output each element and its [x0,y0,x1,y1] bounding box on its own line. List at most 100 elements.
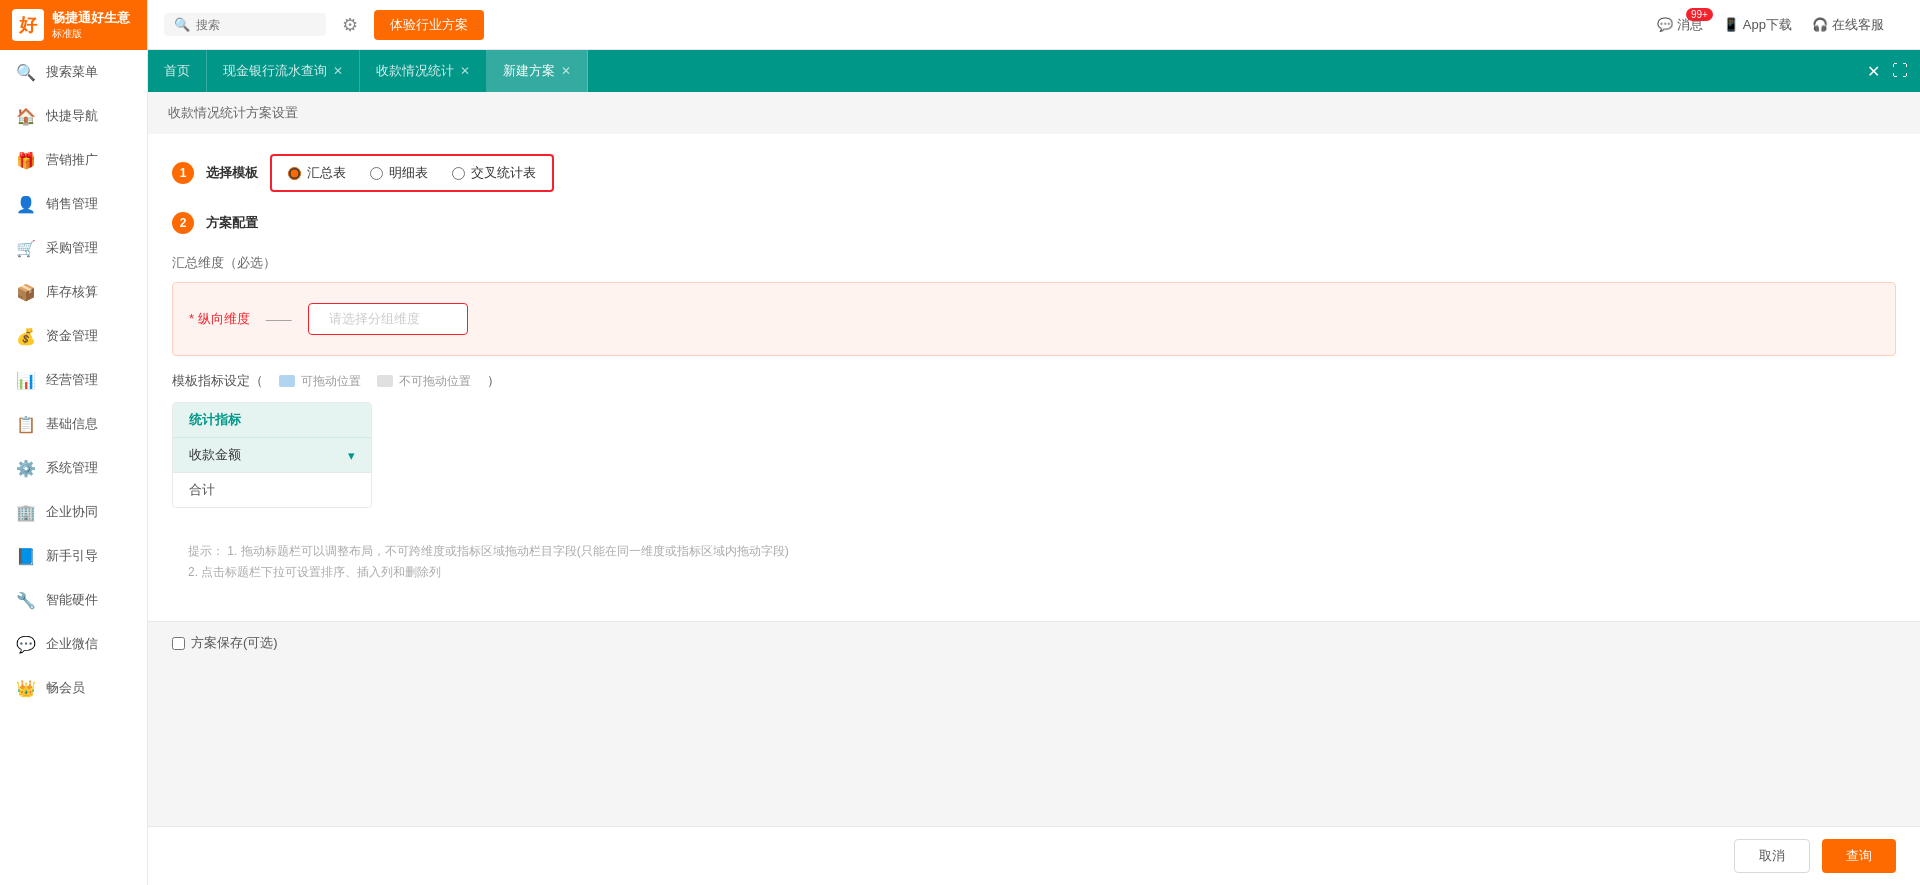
sidebar-item-sales[interactable]: 👤 销售管理 [0,182,147,226]
metrics-paren: ） [487,372,500,390]
sidebar-item-label: 资金管理 [46,327,98,345]
tab-bar: 首页 现金银行流水查询 ✕ 收款情况统计 ✕ 新建方案 ✕ ✕ ⛶ [148,50,1920,92]
sidebar-item-label: 基础信息 [46,415,98,433]
sidebar-item-basicinfo[interactable]: 📋 基础信息 [0,402,147,446]
sidebar-item-label: 销售管理 [46,195,98,213]
sidebar-item-system[interactable]: ⚙️ 系统管理 [0,446,147,490]
maximize-icon[interactable]: ⛶ [1892,62,1908,80]
logo-badge: 标准版 [52,27,130,41]
close-icon[interactable]: ✕ [333,64,343,78]
tab-newplan[interactable]: 新建方案 ✕ [487,50,588,92]
purchase-icon: 🛒 [16,238,36,258]
basicinfo-icon: 📋 [16,414,36,434]
logo-icon: 好 [12,9,44,41]
sidebar-item-management[interactable]: 📊 经营管理 [0,358,147,402]
sidebar-item-wechat[interactable]: 💬 企业微信 [0,622,147,666]
radio-detail[interactable]: 明细表 [370,164,428,182]
finance-icon: 💰 [16,326,36,346]
search-icon: 🔍 [174,17,190,32]
quicknav-icon: 🏠 [16,106,36,126]
download-icon: 📱 [1723,17,1739,32]
download-area[interactable]: 📱 App下载 [1723,16,1792,34]
cancel-button[interactable]: 取消 [1734,839,1810,873]
system-icon: ⚙️ [16,458,36,478]
step2-label: 方案配置 [206,214,258,232]
radio-cross[interactable]: 交叉统计表 [452,164,536,182]
tab-cashflow[interactable]: 现金银行流水查询 ✕ [207,50,360,92]
save-plan-checkbox-label[interactable]: 方案保存(可选) [172,634,278,652]
sidebar-item-inventory[interactable]: 📦 库存核算 [0,270,147,314]
can-drag-label: 可拖动位置 [301,373,361,390]
radio-summary[interactable]: 汇总表 [288,164,346,182]
tab-actions: ✕ ⛶ [1855,50,1920,92]
settings-icon[interactable]: ⚙ [342,14,358,36]
sidebar-item-label: 企业协同 [46,503,98,521]
page-content: 收款情况统计方案设置 1 选择模板 汇总表 明细表 [148,92,1920,826]
logo-area: 好 畅捷通好生意 标准版 [0,0,147,50]
metrics-title: 模板指标设定（ [172,372,263,390]
metrics-foot: 合计 [173,472,371,507]
sidebar-item-label: 智能硬件 [46,591,98,609]
close-icon[interactable]: ✕ [561,64,571,78]
sidebar-item-label: 经营管理 [46,371,98,389]
main-area: 🔍 ⚙ 体验行业方案 💬 消息 99+ 📱 App下载 🎧 在线客服 首页 [148,0,1920,885]
sidebar-item-guide[interactable]: 📘 新手引导 [0,534,147,578]
sidebar: 好 畅捷通好生意 标准版 🔍 搜索菜单 🏠 快捷导航 🎁 营销推广 👤 销售管理… [0,0,148,885]
trial-button[interactable]: 体验行业方案 [374,10,484,40]
sidebar-item-quicknav[interactable]: 🏠 快捷导航 [0,94,147,138]
sidebar-item-purchase[interactable]: 🛒 采购管理 [0,226,147,270]
tab-label: 收款情况统计 [376,62,454,80]
query-button[interactable]: 查询 [1822,839,1896,873]
radio-detail-input[interactable] [370,167,383,180]
bottom-action-bar: 取消 查询 [148,826,1920,885]
step1-number: 1 [172,162,194,184]
enterprise-icon: 🏢 [16,502,36,522]
radio-cross-input[interactable] [452,167,465,180]
dimension-row: * 纵向维度 —— 请选择分组维度 [189,303,1879,335]
sidebar-item-label: 系统管理 [46,459,98,477]
sidebar-menu: 🔍 搜索菜单 🏠 快捷导航 🎁 营销推广 👤 销售管理 🛒 采购管理 📦 库存核… [0,50,147,885]
sidebar-item-label: 企业微信 [46,635,98,653]
sidebar-item-search[interactable]: 🔍 搜索菜单 [0,50,147,94]
step2-number: 2 [172,212,194,234]
sidebar-item-enterprise[interactable]: 🏢 企业协同 [0,490,147,534]
metrics-config: 模板指标设定（ 可拖动位置 不可拖动位置 ） 统计指标 [172,372,1896,511]
close-window-icon[interactable]: ✕ [1867,62,1880,81]
sidebar-item-member[interactable]: 👑 畅会员 [0,666,147,710]
sidebar-item-label: 营销推广 [46,151,98,169]
save-plan-checkbox[interactable] [172,637,185,650]
metrics-cell-amount[interactable]: 收款金额 ▾ [173,437,371,472]
step1-row: 1 选择模板 汇总表 明细表 交叉统计表 [172,154,1896,192]
template-options: 汇总表 明细表 交叉统计表 [270,154,554,192]
sales-icon: 👤 [16,194,36,214]
tips-area: 提示： 1. 拖动标题栏可以调整布局，不可跨维度或指标区域拖动栏目字段(只能在同… [172,531,1896,597]
marketing-icon: 🎁 [16,150,36,170]
radio-summary-input[interactable] [288,167,301,180]
no-drag-legend: 不可拖动位置 [377,373,471,390]
radio-summary-label: 汇总表 [307,164,346,182]
member-icon: 👑 [16,678,36,698]
notifications-area[interactable]: 💬 消息 99+ [1657,16,1703,34]
search-input[interactable] [196,18,316,32]
sidebar-item-label: 采购管理 [46,239,98,257]
sidebar-item-finance[interactable]: 💰 资金管理 [0,314,147,358]
guide-icon: 📘 [16,546,36,566]
topbar-right: 💬 消息 99+ 📱 App下载 🎧 在线客服 [1657,16,1904,34]
metrics-table: 统计指标 收款金额 ▾ 合计 [172,402,372,508]
search-area[interactable]: 🔍 [164,13,326,36]
inventory-icon: 📦 [16,282,36,302]
step1-label: 选择模板 [206,164,258,182]
sidebar-item-marketing[interactable]: 🎁 营销推广 [0,138,147,182]
sidebar-item-label: 畅会员 [46,679,85,697]
support-icon: 🎧 [1812,17,1828,32]
tab-home[interactable]: 首页 [148,50,207,92]
metrics-table-header: 统计指标 [173,403,371,437]
close-icon[interactable]: ✕ [460,64,470,78]
dimension-select[interactable]: 请选择分组维度 [308,303,468,335]
tab-receipts[interactable]: 收款情况统计 ✕ [360,50,487,92]
tab-label: 新建方案 [503,62,555,80]
step2-row: 2 方案配置 [172,212,1896,234]
support-area[interactable]: 🎧 在线客服 [1812,16,1884,34]
sidebar-item-hardware[interactable]: 🔧 智能硬件 [0,578,147,622]
chevron-down-icon[interactable]: ▾ [348,448,355,463]
